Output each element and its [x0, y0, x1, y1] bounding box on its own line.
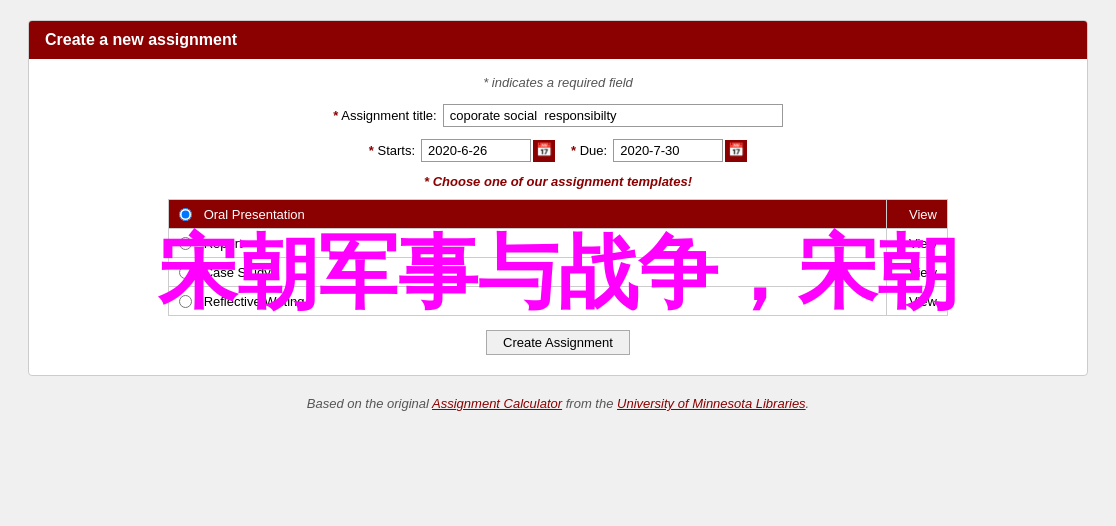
- create-btn-row: Create Assignment: [53, 330, 1063, 355]
- assignment-title-input[interactable]: [443, 104, 783, 127]
- template-row-report[interactable]: Report View: [169, 229, 948, 258]
- dates-row: * Starts: * Due:: [53, 139, 1063, 162]
- template-radio-reflective-writing[interactable]: [179, 295, 192, 308]
- form-header: Create a new assignment: [29, 21, 1087, 59]
- required-star-title: *: [333, 108, 338, 123]
- required-note: * indicates a required field: [53, 75, 1063, 90]
- starts-calendar-icon[interactable]: [533, 140, 555, 162]
- footer: Based on the original Assignment Calcula…: [28, 396, 1088, 411]
- template-radio-case-study[interactable]: [179, 266, 192, 279]
- starts-input[interactable]: [421, 139, 531, 162]
- form-body: * indicates a required field * Assignmen…: [29, 59, 1087, 375]
- template-label-case-study: Case Study: [204, 265, 271, 280]
- starts-group: * Starts:: [369, 139, 555, 162]
- template-view-btn-reflective-writing[interactable]: View: [909, 294, 937, 309]
- assignment-calculator-link[interactable]: Assignment Calculator: [432, 396, 562, 411]
- choose-template-note: * Choose one of our assignment templates…: [53, 174, 1063, 189]
- template-view-btn-report[interactable]: View: [909, 236, 937, 251]
- template-row-oral-presentation[interactable]: Oral Presentation View: [169, 200, 948, 229]
- template-radio-report[interactable]: [179, 237, 192, 250]
- template-label-reflective-writing: Reflective Writing: [204, 294, 305, 309]
- template-row-case-study[interactable]: Case Study View: [169, 258, 948, 287]
- starts-label: * Starts:: [369, 143, 415, 158]
- assignment-title-label: * Assignment title:: [333, 108, 436, 123]
- template-label-oral-presentation: Oral Presentation: [204, 207, 305, 222]
- due-group: * Due:: [571, 139, 747, 162]
- due-calendar-icon[interactable]: [725, 140, 747, 162]
- due-label: * Due:: [571, 143, 607, 158]
- template-radio-oral-presentation[interactable]: [179, 208, 192, 221]
- assignment-form-container: Create a new assignment * indicates a re…: [28, 20, 1088, 376]
- template-view-btn-case-study[interactable]: View: [909, 265, 937, 280]
- required-star-due: *: [571, 143, 576, 158]
- footer-text-after: .: [806, 396, 810, 411]
- assignment-title-row: * Assignment title:: [53, 104, 1063, 127]
- template-label-report: Report: [204, 236, 243, 251]
- templates-table: Oral Presentation View Report View Case …: [168, 199, 948, 316]
- create-assignment-button[interactable]: Create Assignment: [486, 330, 630, 355]
- template-view-btn-oral-presentation[interactable]: View: [909, 207, 937, 222]
- due-input[interactable]: [613, 139, 723, 162]
- footer-text-middle: from the: [562, 396, 617, 411]
- template-row-reflective-writing[interactable]: Reflective Writing View: [169, 287, 948, 316]
- required-star-starts: *: [369, 143, 374, 158]
- university-libraries-link[interactable]: University of Minnesota Libraries: [617, 396, 806, 411]
- footer-text-before: Based on the original: [307, 396, 432, 411]
